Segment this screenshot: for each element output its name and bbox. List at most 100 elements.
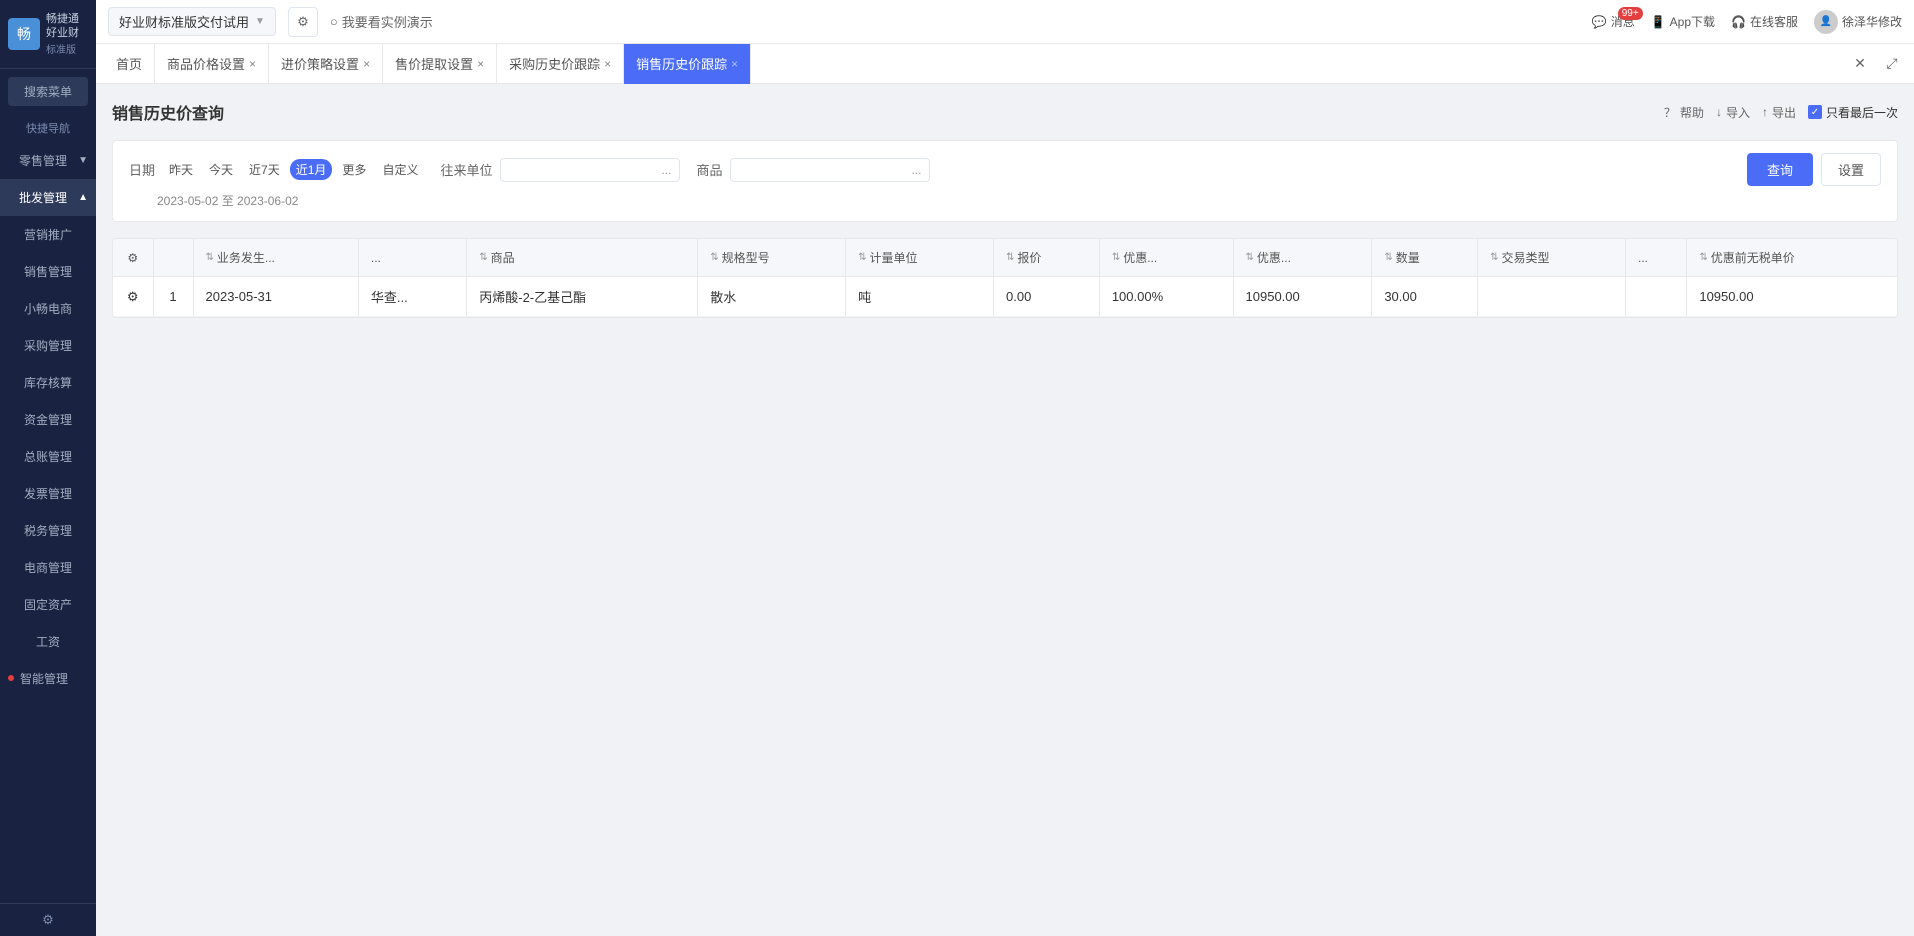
- th-quantity[interactable]: ⇅ 数量: [1372, 239, 1478, 277]
- sort-icon-discount1: ⇅: [1112, 252, 1120, 263]
- filter-date-range-display: 2023-05-02 至 2023-06-02: [129, 192, 1881, 209]
- date-option-today[interactable]: 今天: [203, 159, 239, 180]
- row-product: 丙烯酸-2-乙基己酯: [467, 277, 698, 317]
- tab-sales-history[interactable]: 销售历史价跟踪 ×: [624, 44, 751, 84]
- help-icon: ？: [1664, 104, 1676, 121]
- sidebar-item-tax[interactable]: 税务管理: [0, 512, 96, 549]
- tab-purchase-history[interactable]: 采购历史价跟踪 ×: [497, 44, 624, 84]
- module-dropdown-arrow: ▼: [255, 16, 265, 27]
- sidebar-settings-button[interactable]: ⚙: [0, 903, 96, 936]
- product-picker-icon[interactable]: ...: [911, 163, 921, 177]
- sidebar-item-general-ledger[interactable]: 总账管理: [0, 438, 96, 475]
- sidebar-item-fixed-assets[interactable]: 固定资产: [0, 586, 96, 623]
- sidebar-item-inventory[interactable]: 库存核算: [0, 364, 96, 401]
- tab-maximize-window[interactable]: ⤢: [1878, 50, 1906, 78]
- sidebar-item-sales[interactable]: 销售管理: [0, 253, 96, 290]
- sidebar-item-invoice[interactable]: 发票管理: [0, 475, 96, 512]
- topbar-right-actions: 💬 消息 99+ 📱 App下载 🎧 在线客服 👤 徐泽华修改: [1592, 10, 1902, 34]
- sidebar-item-ecommerce-small[interactable]: 小畅电商: [0, 290, 96, 327]
- query-button[interactable]: 查询: [1747, 153, 1813, 186]
- th-discount2[interactable]: ⇅ 优惠...: [1233, 239, 1372, 277]
- module-selector[interactable]: 好业财标准版交付试用 ▼: [108, 7, 276, 36]
- date-filter-group: 日期 昨天 今天 近7天 近1月 更多 自定义: [129, 159, 424, 180]
- app-download-button[interactable]: 📱 App下载: [1651, 13, 1715, 30]
- sidebar-item-wholesale[interactable]: 批发管理 ▲: [0, 179, 96, 216]
- row-company: 华查...: [358, 277, 466, 317]
- sidebar-item-marketing[interactable]: 营销推广: [0, 216, 96, 253]
- source-unit-input[interactable]: ...: [500, 158, 680, 182]
- setting-button[interactable]: 设置: [1821, 153, 1881, 186]
- th-unit[interactable]: ⇅ 计量单位: [846, 239, 994, 277]
- message-button[interactable]: 💬 消息 99+: [1592, 13, 1635, 30]
- table-row[interactable]: ⚙ 1 2023-05-31 华查... 丙烯酸-2-乙基己酯 散水 吨 0.0…: [113, 277, 1897, 317]
- demo-link[interactable]: ○ 我要看实例演示: [330, 12, 433, 31]
- tab-close-product-price[interactable]: ×: [249, 57, 256, 71]
- th-trans-type[interactable]: ⇅ 交易类型: [1478, 239, 1626, 277]
- th-more1[interactable]: ...: [358, 239, 466, 277]
- sidebar-item-smart[interactable]: 智能管理: [0, 660, 96, 697]
- quick-nav-label[interactable]: 快捷导航: [0, 114, 96, 142]
- tab-close-purchase-history[interactable]: ×: [604, 57, 611, 71]
- th-spec[interactable]: ⇅ 规格型号: [698, 239, 846, 277]
- th-product[interactable]: ⇅ 商品: [467, 239, 698, 277]
- online-service-button[interactable]: 🎧 在线客服: [1731, 13, 1798, 30]
- search-menu-button[interactable]: 搜索菜单: [8, 77, 88, 106]
- sidebar-item-purchase[interactable]: 采购管理: [0, 327, 96, 364]
- row-price: 0.00: [994, 277, 1100, 317]
- help-link[interactable]: ？ 帮助: [1664, 104, 1704, 121]
- sort-icon-trans-type: ⇅: [1490, 252, 1498, 263]
- date-option-last1m[interactable]: 近1月: [290, 159, 333, 180]
- sort-icon-quantity: ⇅: [1384, 252, 1392, 263]
- tab-close-sales-history[interactable]: ×: [731, 57, 738, 71]
- row-discount1: 100.00%: [1099, 277, 1233, 317]
- date-option-last7[interactable]: 近7天: [243, 159, 286, 180]
- chevron-up-icon: ▲: [78, 192, 88, 203]
- date-option-more[interactable]: 更多: [336, 159, 372, 180]
- sidebar-item-finance[interactable]: 资金管理: [0, 401, 96, 438]
- page-content: 销售历史价查询 ？ 帮助 ↓ 导入 ↑ 导出 ✓ 只看最后一次: [96, 84, 1914, 936]
- date-option-custom[interactable]: 自定义: [376, 159, 424, 180]
- sidebar-item-retail[interactable]: 零售管理 ▼: [0, 142, 96, 179]
- th-gear[interactable]: ⚙: [113, 239, 153, 277]
- th-price[interactable]: ⇅ 报价: [994, 239, 1100, 277]
- chevron-down-icon: ▼: [78, 155, 88, 166]
- filter-row-1: 日期 昨天 今天 近7天 近1月 更多 自定义 往来单位 ...: [129, 153, 1881, 186]
- sidebar-item-payroll[interactable]: 工资: [0, 623, 96, 660]
- tab-home[interactable]: 首页: [104, 44, 155, 84]
- topbar-gear-button[interactable]: ⚙: [288, 7, 318, 37]
- import-link[interactable]: ↓ 导入: [1716, 104, 1750, 121]
- user-menu-button[interactable]: 👤 徐泽华修改: [1814, 10, 1902, 34]
- date-option-yesterday[interactable]: 昨天: [163, 159, 199, 180]
- tab-close-window[interactable]: ✕: [1846, 50, 1874, 78]
- sidebar-item-ecommerce[interactable]: 电商管理: [0, 549, 96, 586]
- tab-product-price[interactable]: 商品价格设置 ×: [155, 44, 269, 84]
- tab-pricing-strategy[interactable]: 进价策略设置 ×: [269, 44, 383, 84]
- tab-close-price-extract[interactable]: ×: [477, 57, 484, 71]
- row-more2: [1626, 277, 1687, 317]
- th-pretax-price[interactable]: ⇅ 优惠前无税单价: [1687, 239, 1897, 277]
- tabs-window-controls: ✕ ⤢: [1846, 50, 1906, 78]
- import-icon: ↓: [1716, 105, 1722, 119]
- last-only-checkbox-label[interactable]: ✓ 只看最后一次: [1808, 104, 1898, 121]
- sort-icon-pretax: ⇅: [1699, 252, 1707, 263]
- export-link[interactable]: ↑ 导出: [1762, 104, 1796, 121]
- sort-icon-unit: ⇅: [858, 252, 866, 263]
- source-unit-picker-icon[interactable]: ...: [661, 163, 671, 177]
- th-more2[interactable]: ...: [1626, 239, 1687, 277]
- filter-buttons: 查询 设置: [1747, 153, 1881, 186]
- row-spec: 散水: [698, 277, 846, 317]
- row-gear[interactable]: ⚙: [113, 277, 153, 317]
- row-unit: 吨: [846, 277, 994, 317]
- sort-icon-price: ⇅: [1006, 252, 1014, 263]
- page-header: 销售历史价查询 ？ 帮助 ↓ 导入 ↑ 导出 ✓ 只看最后一次: [112, 100, 1898, 124]
- tab-price-extract[interactable]: 售价提取设置 ×: [383, 44, 497, 84]
- last-only-checkbox[interactable]: ✓: [1808, 105, 1822, 119]
- row-trans-type: [1478, 277, 1626, 317]
- sort-icon: ⇅: [206, 252, 214, 263]
- sort-icon-spec: ⇅: [710, 252, 718, 263]
- th-biz-date[interactable]: ⇅ 业务发生...: [193, 239, 358, 277]
- product-input[interactable]: ...: [730, 158, 930, 182]
- tab-close-pricing-strategy[interactable]: ×: [363, 57, 370, 71]
- demo-icon: ○: [330, 14, 338, 29]
- th-discount1[interactable]: ⇅ 优惠...: [1099, 239, 1233, 277]
